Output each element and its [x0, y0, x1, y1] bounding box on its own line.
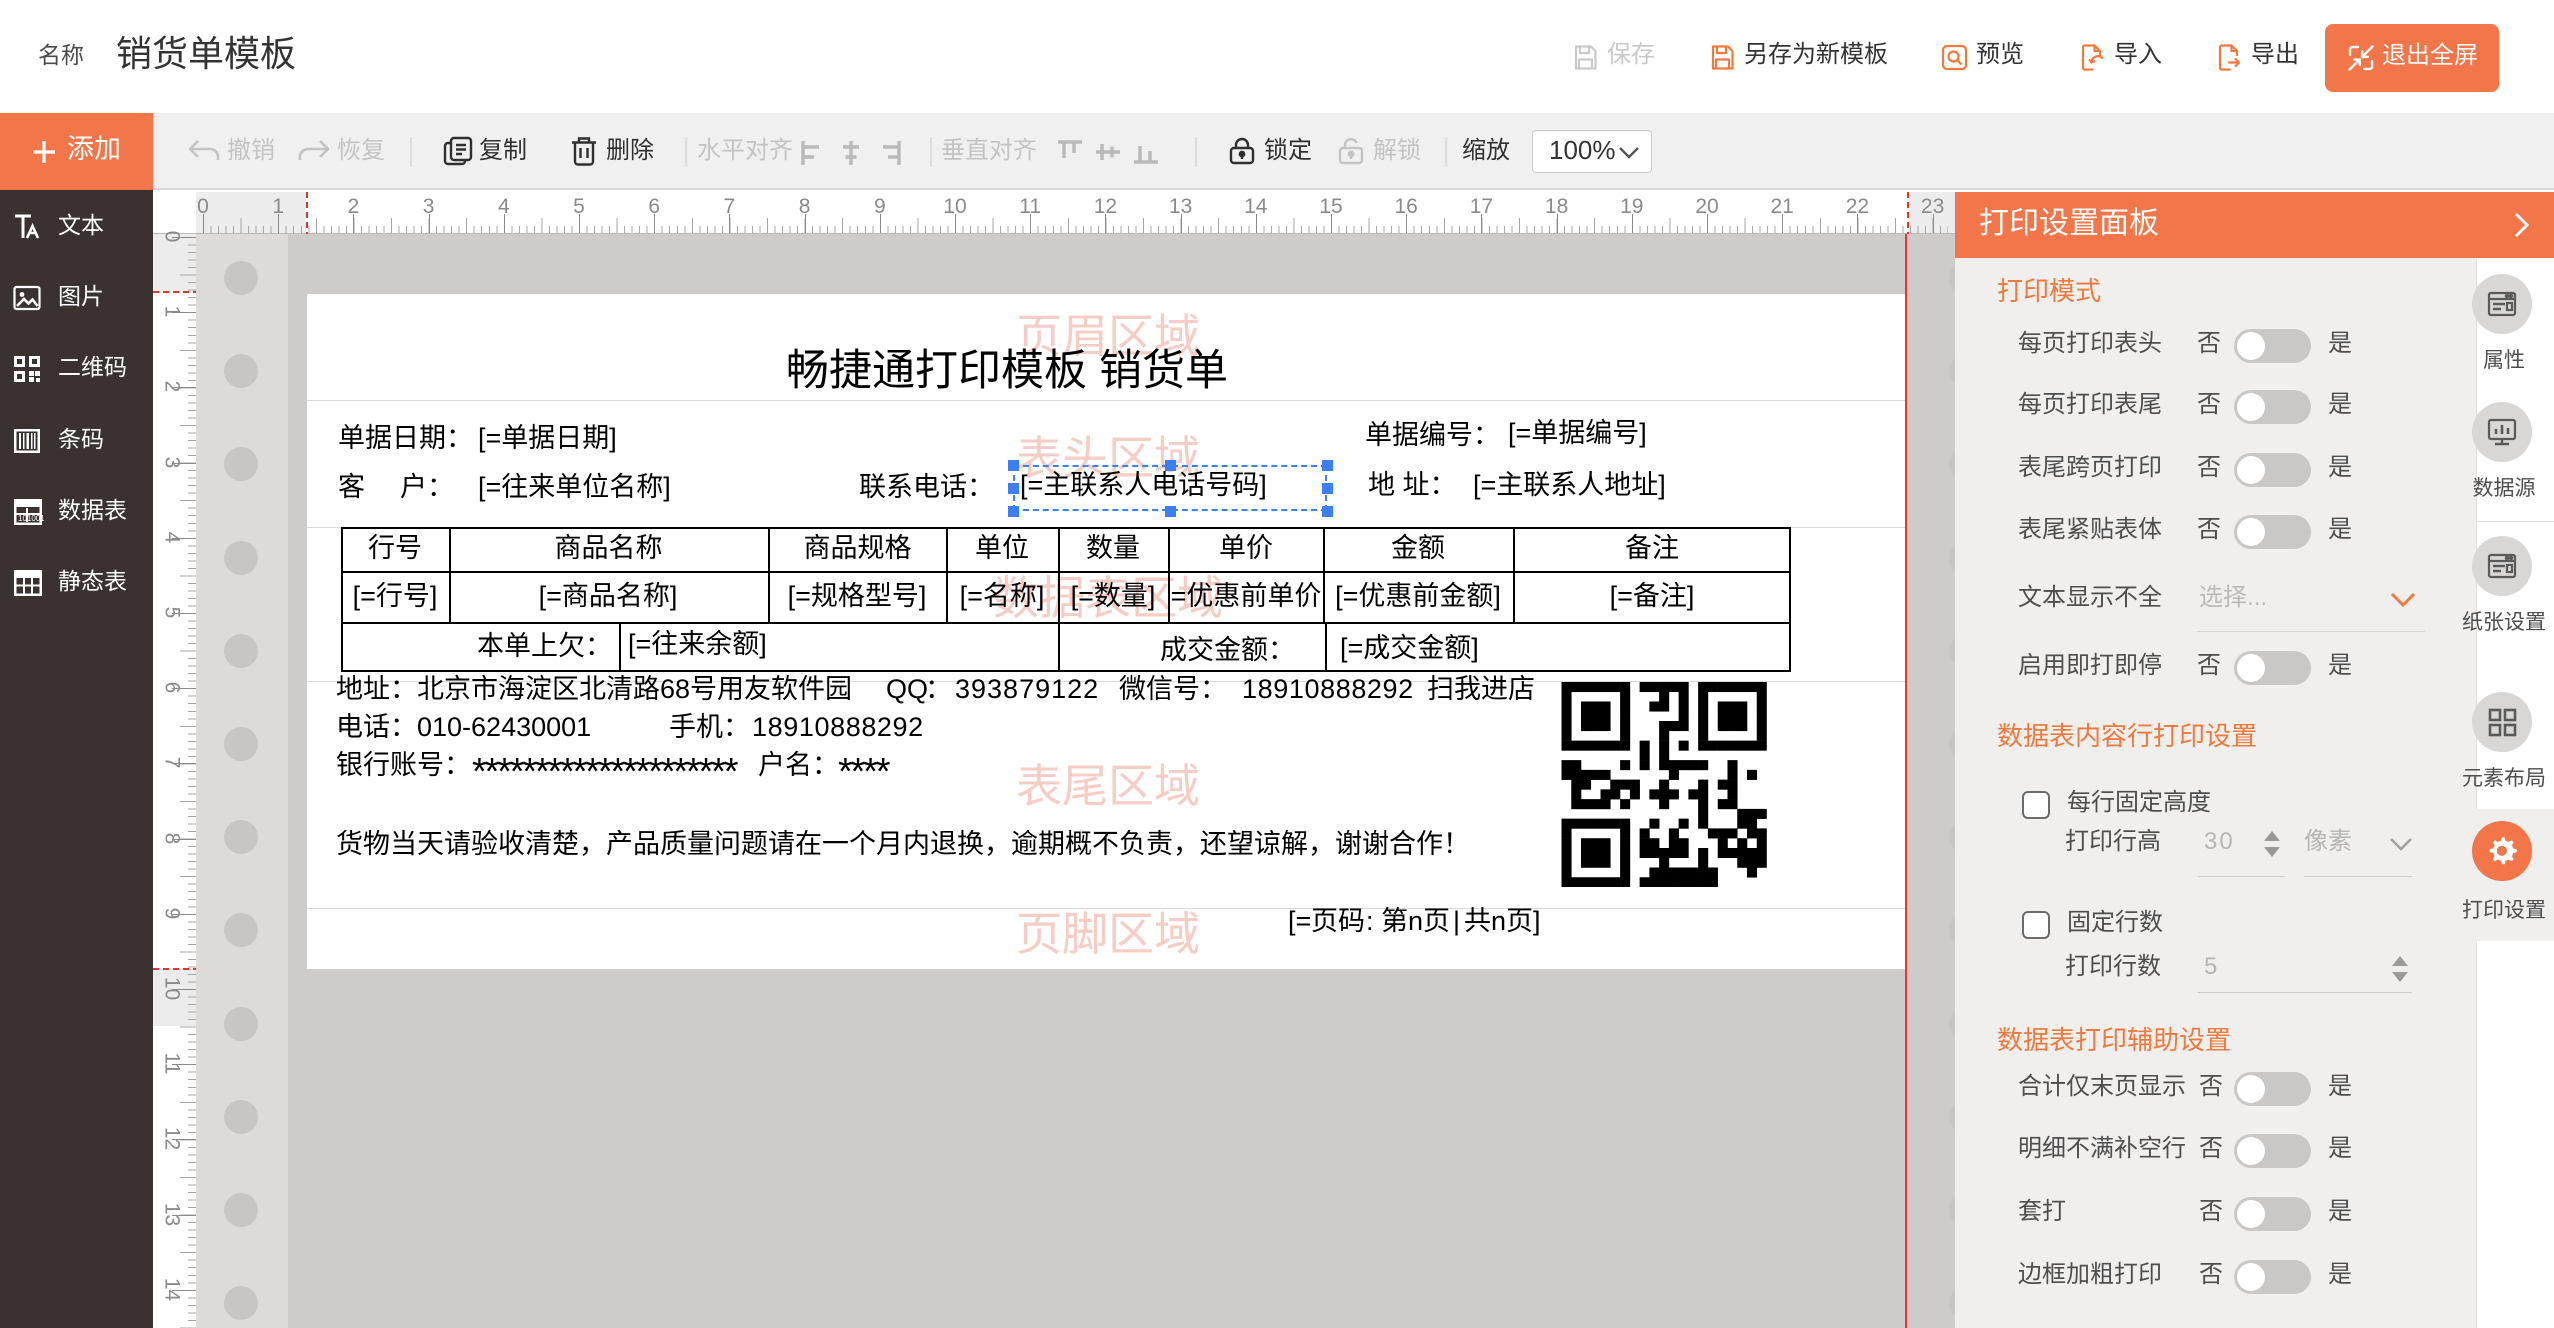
svg-text:101001: 101001 — [18, 514, 44, 523]
